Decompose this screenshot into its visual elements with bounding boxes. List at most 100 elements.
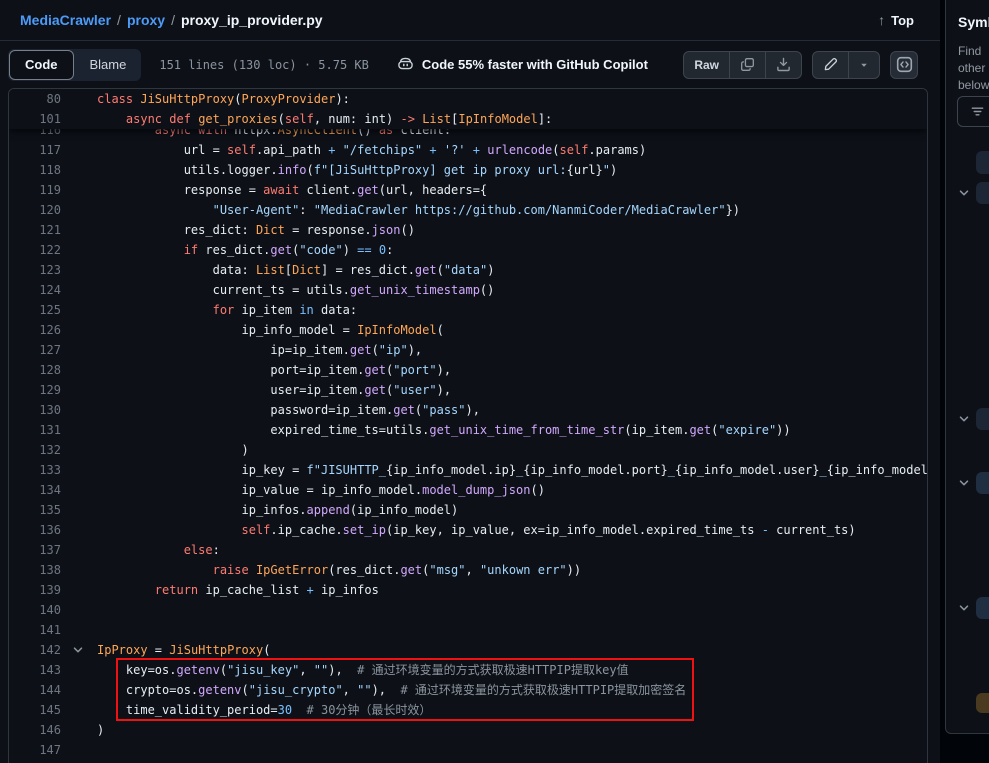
download-raw-button[interactable] xyxy=(765,52,801,78)
symbols-filter-input[interactable] xyxy=(957,96,989,127)
code-text: crypto=os.getenv("jisu_crypto", ""), # 通… xyxy=(97,680,686,700)
symbol-pill[interactable] xyxy=(976,151,989,174)
gutter xyxy=(61,300,97,320)
tab-blame[interactable]: Blame xyxy=(75,50,142,80)
symbols-panel: Symbols Findotherbelow xyxy=(945,0,989,734)
line-number[interactable]: 119 xyxy=(9,180,61,200)
line-number[interactable]: 145 xyxy=(9,700,61,720)
chevron-down-icon[interactable] xyxy=(958,187,970,199)
gutter xyxy=(61,580,97,600)
code-text: password=ip_item.get("pass"), xyxy=(97,400,480,420)
code-text: response = await client.get(url, headers… xyxy=(97,180,487,200)
code-row: 125 for ip_item in data: xyxy=(9,300,927,320)
line-number[interactable]: 143 xyxy=(9,660,61,680)
chevron-down-icon[interactable] xyxy=(958,602,970,614)
line-number[interactable]: 123 xyxy=(9,260,61,280)
symbol-expand-chevron[interactable] xyxy=(958,601,970,619)
chevron-down-icon[interactable] xyxy=(958,477,970,489)
line-number[interactable]: 129 xyxy=(9,380,61,400)
line-number[interactable]: 141 xyxy=(9,620,61,640)
code-row: 146) xyxy=(9,720,927,740)
collapse-chevron-icon[interactable] xyxy=(72,644,84,656)
symbol-pill[interactable] xyxy=(976,693,989,713)
line-number[interactable]: 120 xyxy=(9,200,61,220)
code-text: time_validity_period=30 # 30分钟（最长时效） xyxy=(97,700,431,720)
symbol-item xyxy=(946,597,989,619)
line-number[interactable]: 128 xyxy=(9,360,61,380)
gutter xyxy=(61,320,97,340)
line-number[interactable]: 146 xyxy=(9,720,61,740)
line-number[interactable]: 139 xyxy=(9,580,61,600)
gutter xyxy=(61,180,97,200)
copy-raw-button[interactable] xyxy=(729,52,765,78)
line-number[interactable]: 137 xyxy=(9,540,61,560)
code-row: 133 ip_key = f"JISUHTTP_{ip_info_model.i… xyxy=(9,460,927,480)
edit-file-button[interactable] xyxy=(813,52,848,78)
symbol-item xyxy=(946,472,989,494)
line-number[interactable]: 131 xyxy=(9,420,61,440)
symbol-pill[interactable] xyxy=(976,408,989,430)
back-to-top-button[interactable]: ↑ Top xyxy=(878,12,914,28)
line-number[interactable]: 80 xyxy=(9,89,61,109)
code-text: self.ip_cache.set_ip(ip_key, ip_value, e… xyxy=(97,520,856,540)
line-number[interactable]: 134 xyxy=(9,480,61,500)
code-square-icon xyxy=(896,56,913,73)
line-number[interactable]: 147 xyxy=(9,740,61,760)
symbol-expand-chevron[interactable] xyxy=(958,476,970,494)
raw-button[interactable]: Raw xyxy=(684,52,729,78)
breadcrumb-file-name: proxy_ip_provider.py xyxy=(181,12,323,28)
line-number[interactable]: 135 xyxy=(9,500,61,520)
line-number[interactable]: 121 xyxy=(9,220,61,240)
code-row: 147 xyxy=(9,740,927,760)
code-row: 132 ) xyxy=(9,440,927,460)
gutter xyxy=(61,340,97,360)
edit-options-dropdown[interactable] xyxy=(848,52,879,78)
line-number[interactable]: 142 xyxy=(9,640,61,660)
line-number[interactable]: 101 xyxy=(9,109,61,129)
code-text: expired_time_ts=utils.get_unix_time_from… xyxy=(97,420,791,440)
gutter xyxy=(61,200,97,220)
breadcrumb-folder-link[interactable]: proxy xyxy=(127,12,165,28)
breadcrumb-repo-link[interactable]: MediaCrawler xyxy=(20,12,111,28)
line-number[interactable]: 133 xyxy=(9,460,61,480)
tab-code[interactable]: Code xyxy=(9,50,74,80)
line-number[interactable]: 127 xyxy=(9,340,61,360)
line-number[interactable]: 117 xyxy=(9,140,61,160)
symbol-expand-chevron[interactable] xyxy=(958,412,970,430)
line-number[interactable]: 118 xyxy=(9,160,61,180)
code-row: 139 return ip_cache_list + ip_infos xyxy=(9,580,927,600)
symbol-pill[interactable] xyxy=(976,472,989,494)
code-lines: 116 async with httpx.AsyncClient() as cl… xyxy=(9,120,927,760)
line-number[interactable]: 122 xyxy=(9,240,61,260)
gutter xyxy=(61,160,97,180)
line-number[interactable]: 144 xyxy=(9,680,61,700)
symbol-expand-chevron[interactable] xyxy=(958,186,970,204)
line-number[interactable]: 132 xyxy=(9,440,61,460)
symbols-pane-toggle-button[interactable] xyxy=(890,51,918,79)
code-text: async def get_proxies(self, num: int) ->… xyxy=(97,109,552,129)
line-number[interactable]: 124 xyxy=(9,280,61,300)
line-number[interactable]: 125 xyxy=(9,300,61,320)
pencil-icon xyxy=(823,57,838,72)
code-row: 80class JiSuHttpProxy(ProxyProvider): xyxy=(9,89,927,109)
line-number[interactable]: 138 xyxy=(9,560,61,580)
line-number[interactable]: 136 xyxy=(9,520,61,540)
line-number[interactable]: 130 xyxy=(9,400,61,420)
symbol-pill[interactable] xyxy=(976,182,989,204)
chevron-down-icon[interactable] xyxy=(958,413,970,425)
gutter xyxy=(61,680,97,700)
code-text: ) xyxy=(97,440,249,460)
code-row: 119 response = await client.get(url, hea… xyxy=(9,180,927,200)
line-number[interactable]: 140 xyxy=(9,600,61,620)
code-text: data: List[Dict] = res_dict.get("data") xyxy=(97,260,494,280)
gutter xyxy=(61,400,97,420)
code-row: 135 ip_infos.append(ip_info_model) xyxy=(9,500,927,520)
code-text: else: xyxy=(97,540,220,560)
gutter xyxy=(61,240,97,260)
breadcrumb-separator: / xyxy=(171,12,175,28)
gutter xyxy=(61,700,97,720)
copilot-banner[interactable]: Code 55% faster with GitHub Copilot xyxy=(397,56,648,73)
top-button-label: Top xyxy=(891,13,914,28)
line-number[interactable]: 126 xyxy=(9,320,61,340)
symbol-pill[interactable] xyxy=(976,597,989,619)
